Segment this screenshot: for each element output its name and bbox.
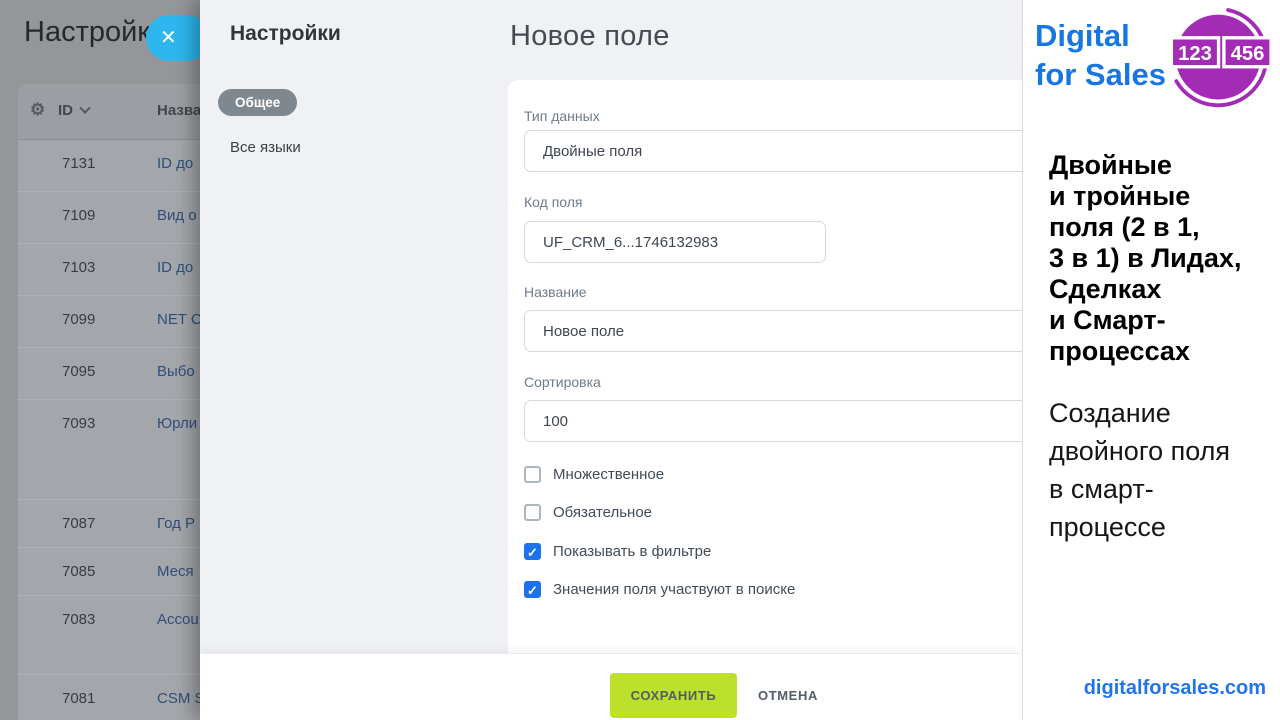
- checkbox-label: Обязательное: [553, 504, 652, 521]
- fields-table: ⚙ ID Назва 7131ID до 7109Вид о 7103ID до…: [18, 84, 210, 720]
- settings-slider: Настройки Общее Все языки Новое поле Тип…: [200, 0, 1022, 720]
- brand-heading: Двойные и тройные поля (2 в 1, 3 в 1) в …: [1049, 150, 1280, 367]
- tab-general[interactable]: Общее: [218, 89, 297, 116]
- checkbox-label: Значения поля участвуют в поиске: [553, 581, 795, 598]
- check-icon: ✓: [527, 544, 538, 561]
- field-label-field-code: Код поля: [524, 194, 583, 210]
- form-footer: СОХРАНИТЬ ОТМЕНА: [200, 653, 1022, 720]
- checkbox-show-in-filter[interactable]: ✓ Показывать в фильтре: [524, 543, 711, 560]
- checkbox-icon[interactable]: ✓: [524, 543, 541, 560]
- checkbox-label: Показывать в фильтре: [553, 543, 711, 560]
- field-name-input[interactable]: [524, 310, 1022, 352]
- table-row[interactable]: 7099NET C: [18, 296, 210, 348]
- brand-logo-line2: for Sales: [1035, 55, 1166, 94]
- save-button[interactable]: СОХРАНИТЬ: [610, 673, 737, 718]
- background-page-title: Настройк: [24, 16, 150, 49]
- field-code-input[interactable]: [524, 221, 826, 263]
- column-header-id[interactable]: ID: [58, 102, 89, 119]
- table-row[interactable]: 7081CSM S: [18, 675, 210, 720]
- checkbox-label: Множественное: [553, 466, 664, 483]
- checkbox-multiple[interactable]: ✓ Множественное: [524, 466, 664, 483]
- checkbox-icon[interactable]: ✓: [524, 504, 541, 521]
- brand-logo-icon: 123 456: [1163, 6, 1279, 112]
- form-card: Тип данных Код поля Название Сортировка …: [508, 80, 1022, 653]
- badge-123: 123: [1178, 43, 1212, 65]
- checkbox-icon[interactable]: ✓: [524, 581, 541, 598]
- table-header: ⚙ ID Назва: [18, 84, 210, 140]
- table-row[interactable]: 7085Меся: [18, 548, 210, 596]
- form-title: Новое поле: [510, 20, 670, 53]
- sort-chevron-icon: [79, 103, 90, 114]
- brand-logo-line1: Digital: [1035, 16, 1166, 55]
- cancel-button[interactable]: ОТМЕНА: [748, 673, 828, 718]
- check-icon: ✓: [527, 582, 538, 599]
- badge-456: 456: [1231, 43, 1265, 65]
- table-row[interactable]: 7095Выбо: [18, 348, 210, 400]
- checkbox-searchable[interactable]: ✓ Значения поля участвуют в поиске: [524, 581, 795, 598]
- table-row[interactable]: 7093Юрли: [18, 400, 210, 500]
- brand-subheading: Создание двойного поля в смарт- процессе: [1049, 394, 1280, 546]
- column-header-name[interactable]: Назва: [157, 102, 201, 119]
- brand-logo-text: Digital for Sales: [1035, 16, 1166, 94]
- website-link[interactable]: digitalforsales.com: [1084, 677, 1266, 700]
- field-label-data-type: Тип данных: [524, 108, 600, 124]
- table-row[interactable]: 7131ID до: [18, 140, 210, 192]
- table-row[interactable]: 7103ID до: [18, 244, 210, 296]
- screen: Настройк ⚙ ID Назва 7131ID до 7109Вид о …: [0, 0, 1280, 720]
- brand-panel: Digital for Sales 123 456 Двойные и трой…: [1022, 0, 1280, 720]
- menu-item-all-languages[interactable]: Все языки: [230, 139, 301, 156]
- table-row[interactable]: 7109Вид о: [18, 192, 210, 244]
- checkbox-icon[interactable]: ✓: [524, 466, 541, 483]
- sort-input[interactable]: [524, 400, 1022, 442]
- settings-menu-title: Настройки: [230, 22, 341, 46]
- close-icon: ✕: [160, 28, 177, 48]
- field-label-name: Название: [524, 284, 587, 300]
- data-type-input[interactable]: [524, 130, 1022, 172]
- grid-settings-gear-icon[interactable]: ⚙: [30, 101, 45, 118]
- checkbox-required[interactable]: ✓ Обязательное: [524, 504, 652, 521]
- table-row[interactable]: 7083Accou: [18, 596, 210, 675]
- background-page: Настройк ⚙ ID Назва 7131ID до 7109Вид о …: [0, 0, 210, 720]
- field-label-sort: Сортировка: [524, 374, 601, 390]
- table-row[interactable]: 7087Год Р: [18, 500, 210, 548]
